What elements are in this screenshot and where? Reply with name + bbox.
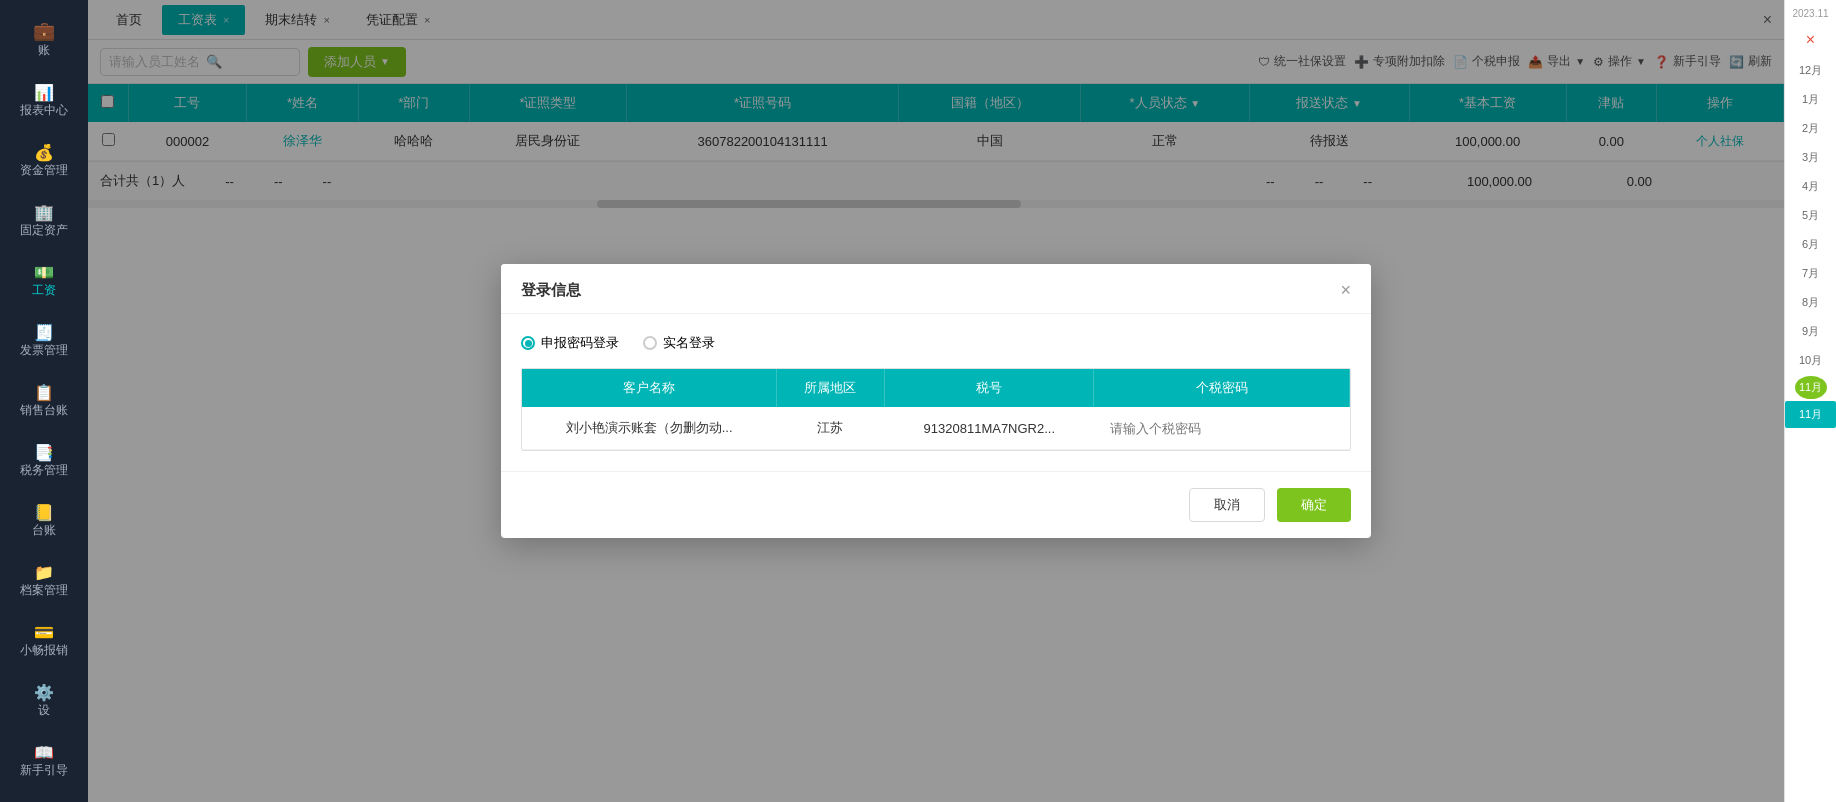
radio-group: 申报密码登录 实名登录: [521, 334, 1351, 352]
cal-jun[interactable]: 6月: [1785, 231, 1836, 258]
cancel-button[interactable]: 取消: [1189, 488, 1265, 522]
sidebar: 💼 账 📊 报表中心 💰 资金管理 🏢 固定资产 💵 工资 🧾 发票管理 📋 销…: [0, 0, 88, 802]
modal-footer: 取消 确定: [501, 471, 1371, 538]
modal-header: 登录信息 ×: [501, 264, 1371, 314]
radio-realname-login[interactable]: 实名登录: [643, 334, 715, 352]
cal-dec[interactable]: 12月: [1785, 57, 1836, 84]
modal-body: 申报密码登录 实名登录 客户名称 所属地区 税号: [501, 314, 1371, 471]
sidebar-item-expense[interactable]: 💳 小畅报销: [0, 611, 88, 671]
modal-close-button[interactable]: ×: [1340, 280, 1351, 301]
radio-password-login[interactable]: 申报密码登录: [521, 334, 619, 352]
inner-col-tax-no: 税号: [885, 369, 1094, 407]
cal-apr[interactable]: 4月: [1785, 173, 1836, 200]
sidebar-item-settings[interactable]: ⚙️ 设: [0, 671, 88, 731]
inner-col-name: 客户名称: [522, 369, 776, 407]
cal-nov-current[interactable]: 11月: [1785, 401, 1836, 428]
tax-pwd-field[interactable]: [1110, 421, 1334, 436]
client-name: 刘小艳演示账套（勿删勿动...: [522, 407, 776, 450]
cal-feb[interactable]: 2月: [1785, 115, 1836, 142]
inner-table-container: 客户名称 所属地区 税号 个税密码 刘小艳演示账套（勿删勿动... 江苏 913…: [521, 368, 1351, 451]
tax-password-input[interactable]: [1094, 407, 1350, 450]
inner-col-region: 所属地区: [776, 369, 885, 407]
sidebar-item-account[interactable]: 💼 账: [0, 8, 88, 71]
inner-table-row: 刘小艳演示账套（勿删勿动... 江苏 91320811MA7NGR2...: [522, 407, 1350, 450]
cal-may[interactable]: 5月: [1785, 202, 1836, 229]
inner-col-tax-pwd: 个税密码: [1094, 369, 1350, 407]
cal-nov-green[interactable]: 11月: [1795, 376, 1827, 399]
client-table: 客户名称 所属地区 税号 个税密码 刘小艳演示账套（勿删勿动... 江苏 913…: [522, 369, 1350, 450]
cal-mar[interactable]: 3月: [1785, 144, 1836, 171]
confirm-button[interactable]: 确定: [1277, 488, 1351, 522]
calendar-panel: 2023.11 × 12月 1月 2月 3月 4月 5月 6月 7月 8月 9月…: [1784, 0, 1836, 802]
cal-jan[interactable]: 1月: [1785, 86, 1836, 113]
login-modal: 登录信息 × 申报密码登录 实名登录: [501, 264, 1371, 538]
sidebar-item-assets[interactable]: 🏢 固定资产: [0, 191, 88, 251]
cal-sep[interactable]: 9月: [1785, 318, 1836, 345]
radio-realname-circle: [643, 336, 657, 350]
client-region: 江苏: [776, 407, 885, 450]
cal-close[interactable]: ×: [1785, 25, 1836, 55]
radio-password-circle: [521, 336, 535, 350]
sidebar-item-salary[interactable]: 💵 工资: [0, 251, 88, 311]
modal-title: 登录信息: [521, 281, 581, 300]
cal-aug[interactable]: 8月: [1785, 289, 1836, 316]
sidebar-item-guide[interactable]: 📖 新手引导: [0, 731, 88, 791]
main-area: 首页 工资表 × 期末结转 × 凭证配置 × × 请输入员工姓名 🔍 添加人员 …: [88, 0, 1784, 802]
calendar-year: 2023.11: [1792, 8, 1828, 19]
sidebar-item-member[interactable]: 👑 会员: [0, 791, 88, 802]
sidebar-item-ledger[interactable]: 📒 台账: [0, 491, 88, 551]
sidebar-item-report[interactable]: 📊 报表中心: [0, 71, 88, 131]
modal-overlay: 登录信息 × 申报密码登录 实名登录: [88, 0, 1784, 802]
sidebar-item-invoice[interactable]: 🧾 发票管理: [0, 311, 88, 371]
cal-jul[interactable]: 7月: [1785, 260, 1836, 287]
client-tax-no: 91320811MA7NGR2...: [885, 407, 1094, 450]
cal-oct[interactable]: 10月: [1785, 347, 1836, 374]
sidebar-item-archive[interactable]: 📁 档案管理: [0, 551, 88, 611]
sidebar-item-sales[interactable]: 📋 销售台账: [0, 371, 88, 431]
sidebar-item-tax[interactable]: 📑 税务管理: [0, 431, 88, 491]
sidebar-item-fund[interactable]: 💰 资金管理: [0, 131, 88, 191]
